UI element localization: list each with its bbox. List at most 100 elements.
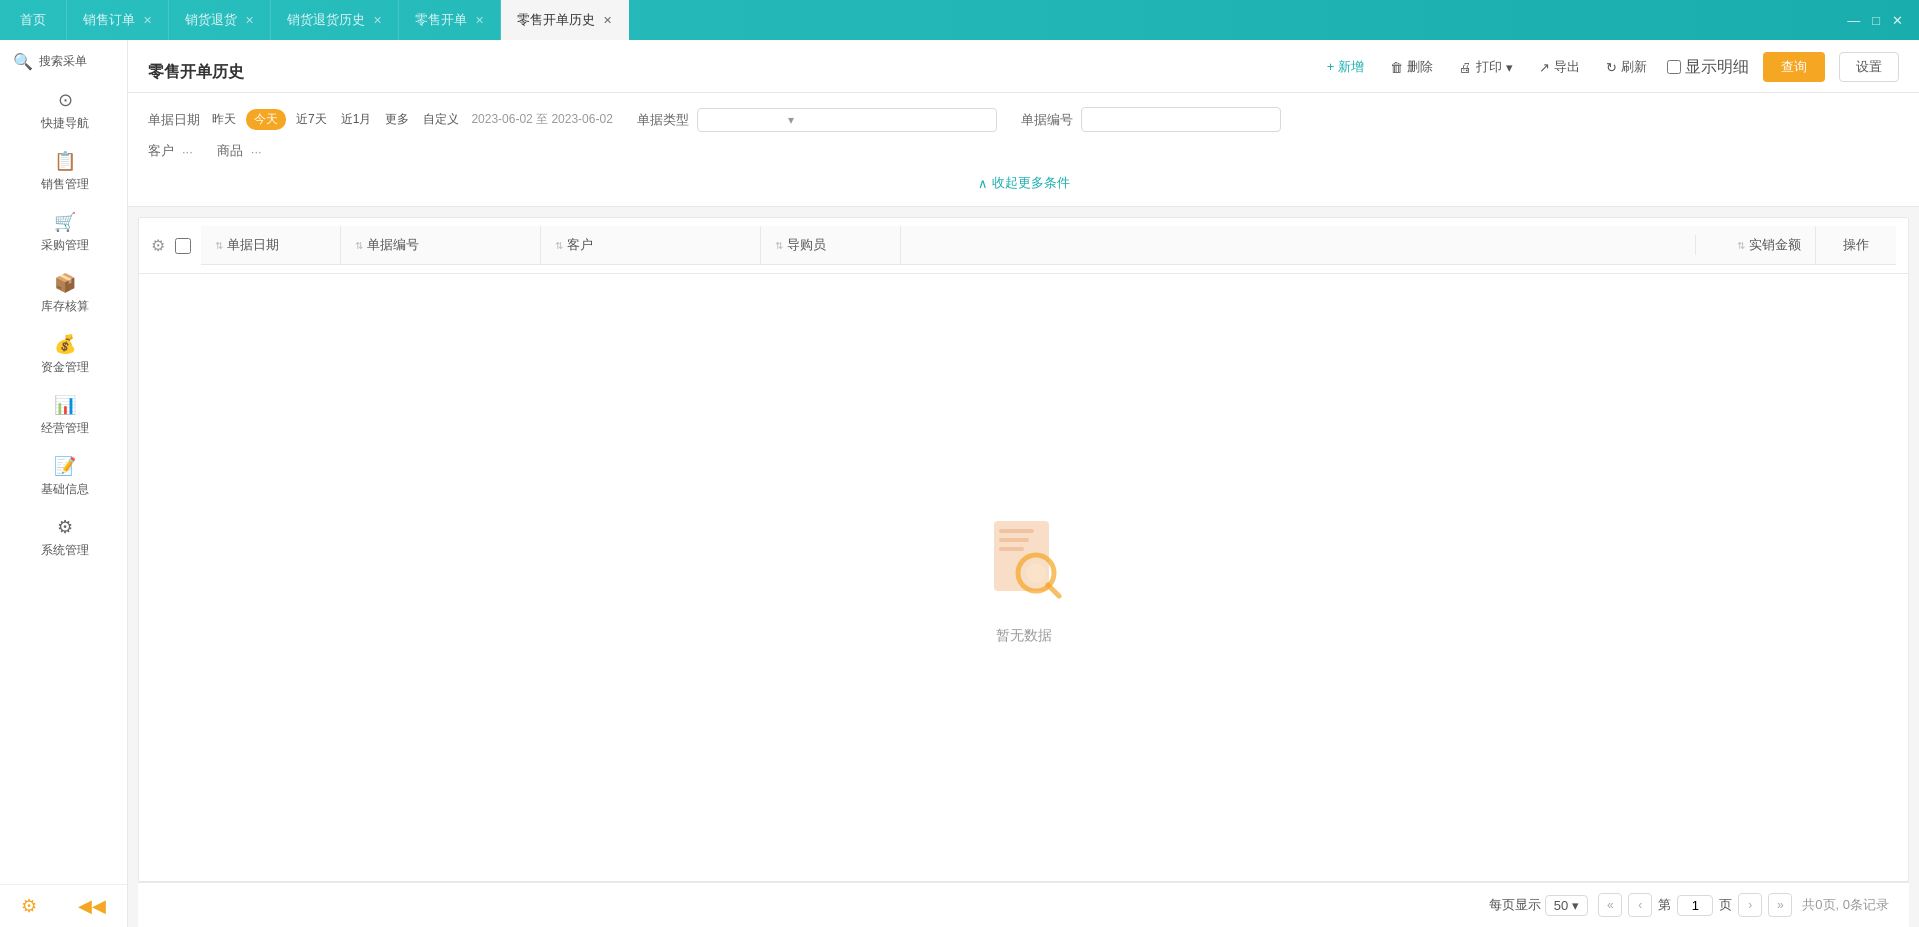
date-shortcuts: 昨天 今天 近7天 近1月 更多 自定义 (208, 109, 463, 130)
goods-select[interactable]: ··· (251, 144, 262, 159)
sidebar-label-inventory: 库存核算 (41, 298, 89, 315)
type-filter: 单据类型 ▾ (637, 108, 997, 132)
page-title: 零售开单历史 (148, 62, 244, 83)
th-sort-amount-icon[interactable]: ⇅ (1737, 240, 1745, 251)
collapse-sidebar-icon[interactable]: ◀◀ (78, 895, 106, 917)
svg-rect-1 (999, 529, 1034, 533)
customer-filter: 客户 ··· (148, 142, 193, 160)
last-page-btn[interactable]: » (1768, 893, 1792, 917)
basic-info-icon: 📝 (54, 455, 76, 477)
filter-row-2: 客户 ··· 商品 ··· (148, 142, 1899, 160)
page-label: 第 (1658, 896, 1671, 914)
tab-retail-open-history[interactable]: 零售开单历史✕ (501, 0, 629, 40)
tab-close-retail-open[interactable]: ✕ (475, 14, 484, 27)
page-summary: 共0页, 0条记录 (1802, 896, 1889, 914)
page-input[interactable] (1677, 895, 1713, 916)
tab-close-sales-return-history[interactable]: ✕ (373, 14, 382, 27)
tab-sales-order[interactable]: 销售订单✕ (67, 0, 169, 40)
th-guide: ⇅ 导购员 (761, 226, 901, 264)
close-btn[interactable]: ✕ (1892, 13, 1903, 28)
collapse-icon: ∧ (978, 176, 988, 191)
print-icon: 🖨 (1459, 60, 1472, 75)
sidebar-item-finance[interactable]: 💰 资金管理 (0, 323, 127, 384)
window-controls: — □ ✕ (1847, 13, 1919, 28)
tab-retail-open[interactable]: 零售开单✕ (399, 0, 501, 40)
export-icon: ↗ (1539, 60, 1550, 75)
sidebar-item-sales-mgmt[interactable]: 📋 销售管理 (0, 140, 127, 201)
empty-icon (974, 511, 1074, 611)
date-today[interactable]: 今天 (246, 109, 286, 130)
type-select[interactable]: ▾ (697, 108, 997, 132)
first-page-btn[interactable]: « (1598, 893, 1622, 917)
next-page-btn[interactable]: › (1738, 893, 1762, 917)
sidebar-item-purchase-mgmt[interactable]: 🛒 采购管理 (0, 201, 127, 262)
sidebar-item-basic-info[interactable]: 📝 基础信息 (0, 445, 127, 506)
sidebar-item-inventory[interactable]: 📦 库存核算 (0, 262, 127, 323)
date-yesterday[interactable]: 昨天 (208, 110, 240, 129)
num-input[interactable] (1081, 107, 1281, 132)
filter-area: 单据日期 昨天 今天 近7天 近1月 更多 自定义 2023-06-02 至 2… (128, 93, 1919, 207)
svg-rect-3 (999, 547, 1024, 551)
sidebar-item-quick-nav[interactable]: ⊙ 快捷导航 (0, 79, 127, 140)
refresh-button[interactable]: ↻ 刷新 (1600, 54, 1653, 80)
sidebar-item-sys-mgmt[interactable]: ⚙ 系统管理 (0, 506, 127, 567)
set-button[interactable]: 设置 (1839, 52, 1899, 82)
tab-home[interactable]: 首页 (0, 0, 67, 40)
tab-close-sales-order[interactable]: ✕ (143, 14, 152, 27)
per-page-label: 每页显示 (1489, 896, 1541, 914)
th-sort-customer-icon[interactable]: ⇅ (555, 240, 563, 251)
date-7days[interactable]: 近7天 (292, 110, 331, 129)
type-label: 单据类型 (637, 111, 689, 129)
page-nav: « ‹ 第 页 › » (1598, 893, 1792, 917)
query-button[interactable]: 查询 (1763, 52, 1825, 82)
th-customer: ⇅ 客户 (541, 226, 761, 264)
delete-button[interactable]: 🗑 删除 (1384, 54, 1439, 80)
page-size-select: 每页显示 50 ▾ (1489, 895, 1588, 916)
display-toggle[interactable]: 显示明细 (1667, 57, 1749, 78)
tab-sales-return[interactable]: 销货退货✕ (169, 0, 271, 40)
purchase-mgmt-icon: 🛒 (54, 211, 76, 233)
tab-sales-return-history[interactable]: 销货退货历史✕ (271, 0, 399, 40)
svg-line-5 (1048, 585, 1059, 596)
sidebar-search[interactable]: 🔍 搜索采单 (0, 44, 127, 79)
main-layout: 🔍 搜索采单 ⊙ 快捷导航 📋 销售管理 🛒 采购管理 📦 库存核算 💰 资金管… (0, 40, 1919, 927)
date-range-display: 2023-06-02 至 2023-06-02 (471, 111, 612, 128)
quick-nav-icon: ⊙ (58, 89, 73, 111)
add-button[interactable]: + 新增 (1321, 54, 1370, 80)
page-suffix: 页 (1719, 896, 1732, 914)
tab-close-retail-open-history[interactable]: ✕ (603, 14, 612, 27)
prev-page-btn[interactable]: ‹ (1628, 893, 1652, 917)
sidebar-bottom: ⚙ ◀◀ (0, 884, 127, 927)
sidebar-item-operations[interactable]: 📊 经营管理 (0, 384, 127, 445)
filter-row-1: 单据日期 昨天 今天 近7天 近1月 更多 自定义 2023-06-02 至 2… (148, 107, 1899, 132)
date-filter: 单据日期 昨天 今天 近7天 近1月 更多 自定义 2023-06-02 至 2… (148, 109, 613, 130)
date-1month[interactable]: 近1月 (337, 110, 376, 129)
collapse-button[interactable]: ∧ 收起更多条件 (978, 170, 1070, 196)
goods-filter: 商品 ··· (217, 142, 262, 160)
select-all-checkbox[interactable] (175, 238, 191, 254)
tab-close-sales-return[interactable]: ✕ (245, 14, 254, 27)
num-filter: 单据编号 (1021, 107, 1281, 132)
sales-mgmt-icon: 📋 (54, 150, 76, 172)
th-sort-num-icon[interactable]: ⇅ (355, 240, 363, 251)
sidebar-label-basic-info: 基础信息 (41, 481, 89, 498)
page-size-value[interactable]: 50 ▾ (1545, 895, 1588, 916)
print-button[interactable]: 🖨 打印 ▾ (1453, 54, 1519, 80)
th-sort-guide-icon[interactable]: ⇅ (775, 240, 783, 251)
th-num: ⇅ 单据编号 (341, 226, 541, 264)
maximize-btn[interactable]: □ (1872, 13, 1880, 28)
customer-select[interactable]: ··· (182, 144, 193, 159)
gear-icon[interactable]: ⚙ (151, 236, 165, 255)
th-sort-date-icon[interactable]: ⇅ (215, 240, 223, 251)
date-custom[interactable]: 自定义 (419, 110, 463, 129)
date-more[interactable]: 更多 (381, 110, 413, 129)
customer-label: 客户 (148, 142, 174, 160)
table-header: ⇅ 单据日期 ⇅ 单据编号 ⇅ 客户 ⇅ 导购员 (201, 226, 1896, 265)
display-checkbox[interactable] (1667, 60, 1681, 74)
minimize-btn[interactable]: — (1847, 13, 1860, 28)
svg-point-6 (1026, 563, 1046, 583)
empty-state: 暂无数据 (139, 274, 1908, 881)
settings-icon[interactable]: ⚙ (21, 895, 37, 917)
pagination-bar: 每页显示 50 ▾ « ‹ 第 页 › » 共0页, 0条记录 (138, 882, 1909, 927)
export-button[interactable]: ↗ 导出 (1533, 54, 1586, 80)
